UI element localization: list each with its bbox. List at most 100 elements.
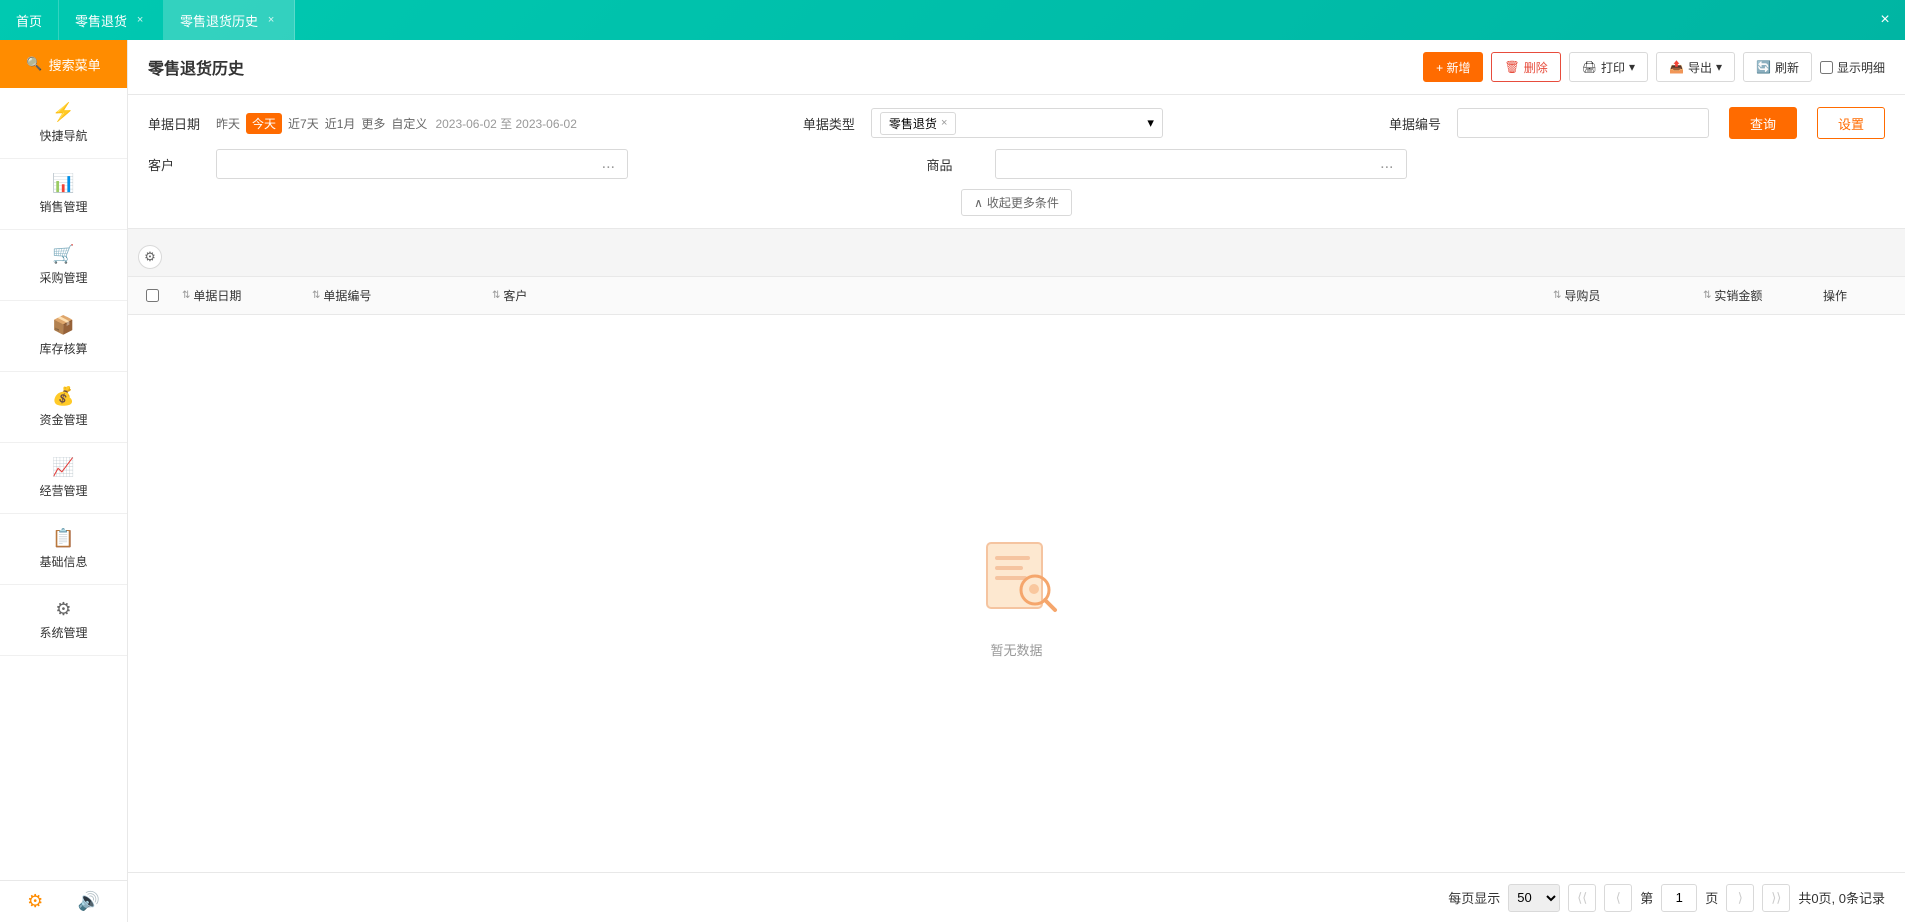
table-settings-icon[interactable]: ⚙: [138, 245, 162, 269]
print-button[interactable]: 🖨 打印 ▾: [1569, 52, 1648, 82]
empty-text: 暂无数据: [990, 640, 1042, 659]
date-option-custom[interactable]: 自定义: [391, 115, 427, 132]
main-layout: 🔍 搜索菜单 ⚡ 快捷导航 📊 销售管理 🛒 采购管理 📦 库存核算 💰 资金管…: [0, 40, 1905, 922]
system-icon: ⚙: [55, 599, 71, 620]
page-size-label: 每页显示: [1448, 888, 1500, 907]
app-close-button[interactable]: ×: [1865, 0, 1905, 40]
th-ops: 操作: [1815, 287, 1895, 304]
date-option-last7[interactable]: 近7天: [288, 115, 319, 132]
print-icon: 🖨: [1582, 60, 1597, 74]
sidebar-item-base-info[interactable]: 📋 基础信息: [0, 514, 127, 585]
filter-row-1: 单据日期 昨天 今天 近7天 近1月 更多 自定义 2023-06-02 至 2…: [148, 107, 1885, 139]
filter-no-input[interactable]: [1457, 108, 1709, 138]
sidebar-item-purchase-mgmt[interactable]: 🛒 采购管理: [0, 230, 127, 301]
sidebar-item-operation[interactable]: 📈 经营管理: [0, 443, 127, 514]
delete-icon: 🗑: [1504, 60, 1519, 74]
filter-customer-select[interactable]: ...: [216, 149, 628, 179]
filter-type-tag-close[interactable]: ×: [941, 117, 947, 129]
tab-retail-return-close[interactable]: ×: [133, 13, 147, 27]
sidebar-search[interactable]: 🔍 搜索菜单: [0, 40, 127, 88]
show-detail-checkbox[interactable]: [1820, 61, 1833, 74]
total-info: 共0页, 0条记录: [1798, 888, 1885, 907]
prev-page-button[interactable]: ⟨: [1604, 884, 1632, 912]
page-word: 第: [1640, 888, 1653, 907]
page-number-input[interactable]: [1661, 884, 1697, 912]
collapse-button[interactable]: ∧ 收起更多条件: [961, 189, 1072, 216]
th-customer[interactable]: ⇅ 客户: [484, 287, 1545, 304]
filter-type-tag: 零售退货 ×: [880, 112, 956, 135]
goods-ellipsis-icon[interactable]: ...: [1376, 155, 1397, 173]
table-header: ⇅ 单据日期 ⇅ 单据编号 ⇅ 客户 ⇅ 导购员 ⇅ 实销金额: [128, 277, 1905, 315]
refresh-icon: 🔄: [1756, 60, 1771, 74]
table-area: ⚙ ⇅ 单据日期 ⇅ 单据编号 ⇅ 客户: [128, 237, 1905, 872]
filter-date-options: 昨天 今天 近7天 近1月 更多 自定义: [216, 113, 427, 134]
settings-bottom-icon[interactable]: ⚙: [27, 891, 43, 912]
tab-home[interactable]: 首页: [0, 0, 59, 40]
table-toolbar: ⚙: [128, 237, 1905, 277]
audio-bottom-icon[interactable]: 🔊: [77, 891, 99, 912]
first-page-button[interactable]: ⟨⟨: [1568, 884, 1596, 912]
sort-customer-icon: ⇅: [492, 290, 500, 301]
page-unit: 页: [1705, 888, 1718, 907]
tab-retail-return-history-close[interactable]: ×: [264, 13, 278, 27]
filter-customer-label: 客户: [148, 155, 208, 174]
operation-icon: 📈: [52, 457, 74, 478]
sidebar-item-quick-nav[interactable]: ⚡ 快捷导航: [0, 88, 127, 159]
filter-goods-item: 商品 ...: [927, 149, 1407, 179]
sidebar-item-finance[interactable]: 💰 资金管理: [0, 372, 127, 443]
finance-icon: 💰: [52, 386, 74, 407]
page-actions: + 新增 🗑 删除 🖨 打印 ▾ 📤 导出 ▾ 🔄 刷新: [1423, 52, 1885, 94]
select-all-checkbox[interactable]: [146, 289, 159, 302]
date-option-last-month[interactable]: 近1月: [325, 115, 356, 132]
sidebar-item-system[interactable]: ⚙ 系统管理: [0, 585, 127, 656]
sidebar: 🔍 搜索菜单 ⚡ 快捷导航 📊 销售管理 🛒 采购管理 📦 库存核算 💰 资金管…: [0, 40, 128, 922]
page-title: 零售退货历史: [148, 55, 244, 91]
export-chevron-icon: ▾: [1716, 60, 1722, 74]
export-button[interactable]: 📤 导出 ▾: [1656, 52, 1735, 82]
th-checkbox: [138, 289, 174, 302]
date-option-yesterday[interactable]: 昨天: [216, 115, 240, 132]
last-page-button[interactable]: ⟩⟩: [1762, 884, 1790, 912]
print-chevron-icon: ▾: [1629, 60, 1635, 74]
filter-type-label: 单据类型: [803, 114, 863, 133]
pagination: 每页显示 10 20 50 100 ⟨⟨ ⟨ 第 页 ⟩ ⟩⟩ 共0页, 0条记…: [128, 872, 1905, 922]
sales-mgmt-icon: 📊: [52, 173, 74, 194]
customer-ellipsis-icon[interactable]: ...: [598, 155, 619, 173]
filter-date-range: 2023-06-02 至 2023-06-02: [435, 115, 576, 132]
content-area: 零售退货历史 + 新增 🗑 删除 🖨 打印 ▾ 📤 导出 ▾: [128, 40, 1905, 922]
purchase-mgmt-icon: 🛒: [52, 244, 74, 265]
refresh-button[interactable]: 🔄 刷新: [1743, 52, 1812, 82]
settings-button[interactable]: 设置: [1817, 107, 1885, 139]
filter-row-2: 客户 ... 商品 ...: [148, 149, 1885, 179]
date-option-more[interactable]: 更多: [361, 115, 385, 132]
th-no[interactable]: ⇅ 单据编号: [304, 287, 484, 304]
filter-goods-select[interactable]: ...: [995, 149, 1407, 179]
next-page-button[interactable]: ⟩: [1726, 884, 1754, 912]
query-button[interactable]: 查询: [1729, 107, 1797, 139]
tab-retail-return[interactable]: 零售退货 ×: [59, 0, 164, 40]
filter-type-chevron-icon: ▾: [1147, 115, 1154, 131]
sidebar-item-inventory[interactable]: 📦 库存核算: [0, 301, 127, 372]
sidebar-item-sales-mgmt[interactable]: 📊 销售管理: [0, 159, 127, 230]
filter-type-select[interactable]: 零售退货 × ▾: [871, 108, 1163, 138]
page-header: 零售退货历史 + 新增 🗑 删除 🖨 打印 ▾ 📤 导出 ▾: [128, 40, 1905, 95]
show-detail-checkbox-label[interactable]: 显示明细: [1820, 59, 1885, 76]
sort-guide-icon: ⇅: [1553, 290, 1561, 301]
sidebar-bottom: ⚙ 🔊: [0, 880, 127, 922]
new-button[interactable]: + 新增: [1423, 52, 1483, 82]
filter-date-item: 单据日期 昨天 今天 近7天 近1月 更多 自定义 2023-06-02 至 2…: [148, 113, 577, 134]
th-guide[interactable]: ⇅ 导购员: [1545, 287, 1695, 304]
top-nav: 首页 零售退货 × 零售退货历史 × ×: [0, 0, 1905, 40]
th-amount[interactable]: ⇅ 实销金额: [1695, 287, 1815, 304]
delete-button[interactable]: 🗑 删除: [1491, 52, 1560, 82]
tab-retail-return-history[interactable]: 零售退货历史 ×: [164, 0, 295, 40]
collapse-up-icon: ∧: [974, 196, 983, 210]
th-date[interactable]: ⇅ 单据日期: [174, 287, 304, 304]
quick-nav-icon: ⚡: [52, 102, 74, 123]
sort-amount-icon: ⇅: [1703, 290, 1711, 301]
sort-no-icon: ⇅: [312, 290, 320, 301]
filter-no-item: 单据编号: [1389, 108, 1709, 138]
page-size-select[interactable]: 10 20 50 100: [1508, 884, 1560, 912]
search-icon: 🔍: [26, 56, 42, 72]
date-option-today[interactable]: 今天: [246, 113, 282, 134]
